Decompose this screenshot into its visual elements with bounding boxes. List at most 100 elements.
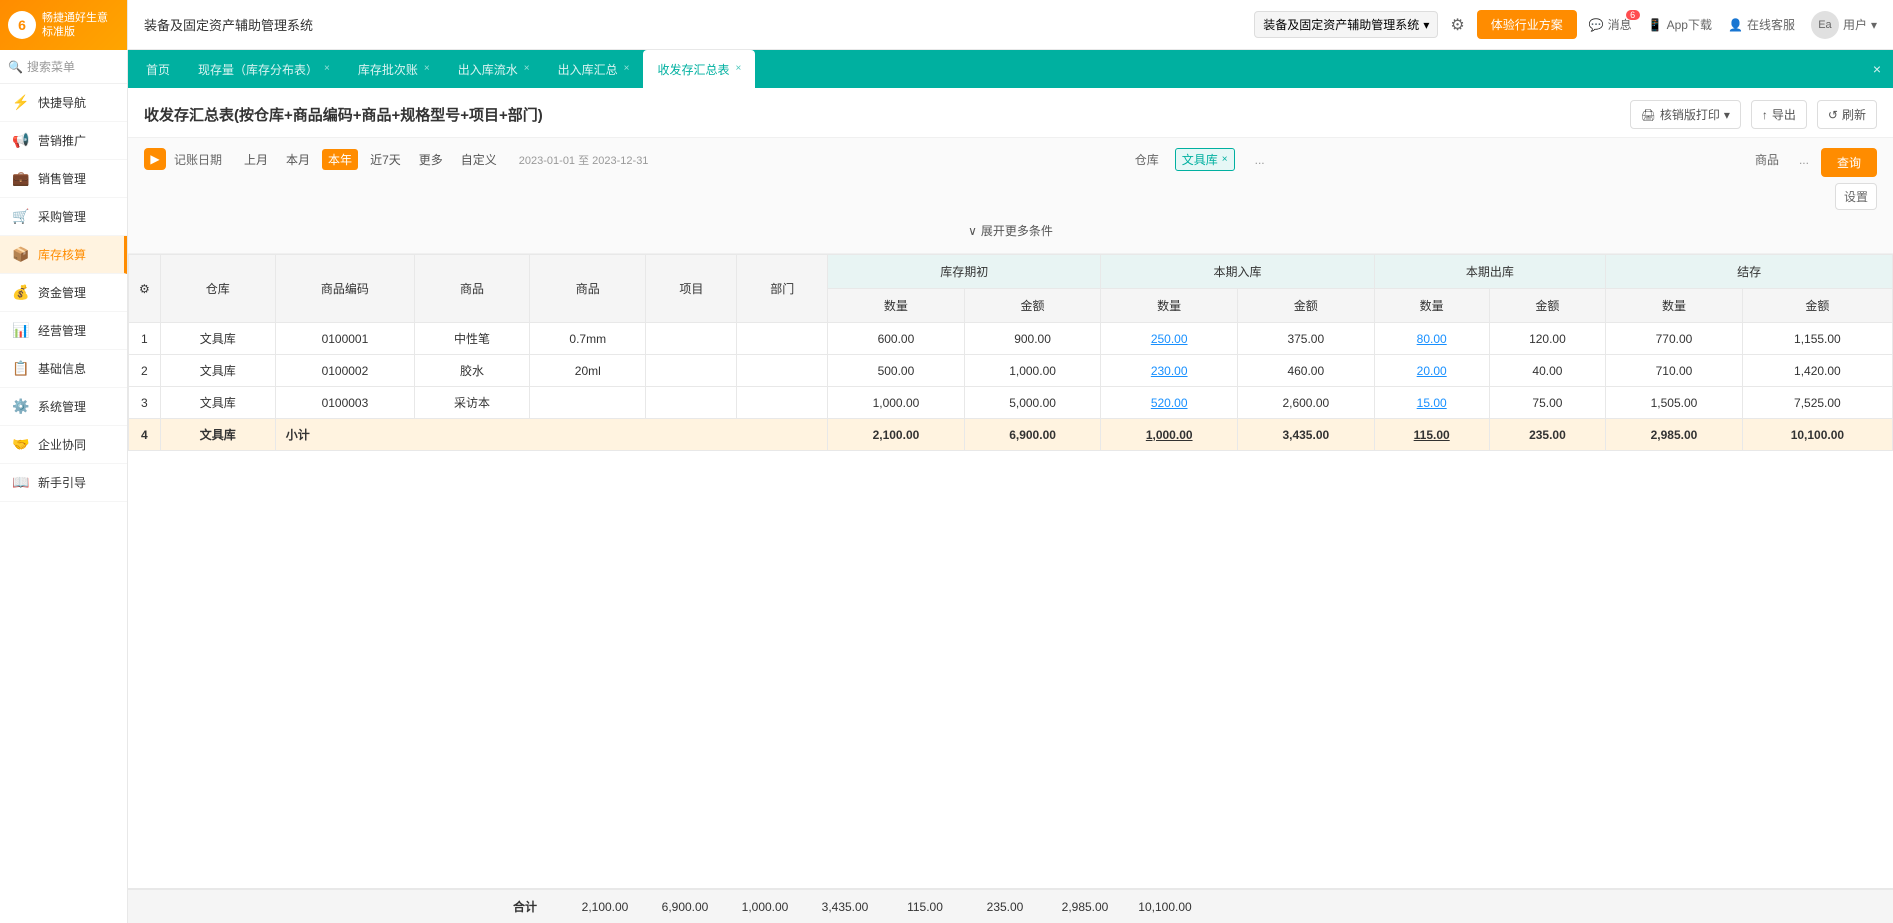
try-button[interactable]: 体验行业方案 (1477, 10, 1577, 39)
col-settings-header[interactable]: ⚙ (129, 255, 161, 323)
sidebar-item-basic-info[interactable]: 📋 基础信息 (0, 350, 127, 388)
cell-no: 1 (129, 323, 161, 355)
sidebar-item-inventory[interactable]: 📦 库存核算 (0, 236, 127, 274)
date-btn-7days[interactable]: 近7天 (364, 149, 407, 170)
settings-button[interactable]: 设置 (1835, 183, 1877, 210)
tab-close-inout-summary[interactable]: × (624, 64, 630, 74)
tab-batch[interactable]: 库存批次账 × (344, 50, 444, 88)
col-bal-qty-header: 数量 (1606, 289, 1743, 323)
col-group-out: 本期出库 (1374, 255, 1606, 289)
col-bal-amt-header: 金额 (1742, 289, 1892, 323)
filter-collapse-button[interactable]: ▶ (144, 148, 166, 170)
inventory-icon: 📦 (12, 246, 30, 263)
tab-inout-flow[interactable]: 出入库流水 × (444, 50, 544, 88)
warehouse-label: 仓库 (1135, 151, 1159, 168)
cell-goods2: 0.7mm (530, 323, 646, 355)
subtotal-out-qty[interactable]: 115.00 (1374, 419, 1489, 451)
cell-open-qty: 500.00 (828, 355, 965, 387)
cell-code: 0100001 (275, 323, 414, 355)
date-btn-custom[interactable]: 自定义 (455, 149, 503, 170)
subtotal-bal-amt: 10,100.00 (1742, 419, 1892, 451)
content-area: 收发存汇总表(按仓库+商品编码+商品+规格型号+项目+部门) 🖨 核销版打印 ▾… (128, 88, 1893, 923)
col-goods1-header: 商品 (415, 255, 530, 323)
cell-in-qty[interactable]: 250.00 (1101, 323, 1238, 355)
page-header-actions: 🖨 核销版打印 ▾ ↑ 导出 ↺ 刷新 (1630, 100, 1877, 129)
subtotal-no: 4 (129, 419, 161, 451)
system-select[interactable]: 装备及固定资产辅助管理系统 ▾ (1254, 11, 1438, 38)
subtotal-in-qty[interactable]: 1,000.00 (1101, 419, 1238, 451)
sidebar-item-system[interactable]: ⚙️ 系统管理 (0, 388, 127, 426)
logo-text: 畅捷通好生意 标准版 (42, 11, 108, 40)
goods-label: 商品 (1755, 151, 1779, 168)
cell-out-qty[interactable]: 80.00 (1374, 323, 1489, 355)
sidebar-item-marketing[interactable]: 📢 营销推广 (0, 122, 127, 160)
user-menu[interactable]: Ea 用户 ▾ (1811, 11, 1877, 39)
date-btn-this-year[interactable]: 本年 (322, 149, 358, 170)
tab-close-batch[interactable]: × (424, 64, 430, 74)
sidebar-item-quick-nav[interactable]: ⚡ 快捷导航 (0, 84, 127, 122)
user-chevron-icon: ▾ (1871, 18, 1877, 32)
notification-button[interactable]: 💬 消息 6 (1589, 16, 1632, 33)
cell-out-qty[interactable]: 20.00 (1374, 355, 1489, 387)
cell-open-amt: 1,000.00 (964, 355, 1101, 387)
subtotal-warehouse: 文具库 (160, 419, 275, 451)
operation-icon: 📊 (12, 322, 30, 339)
goods-ellipsis[interactable]: ... (1795, 153, 1813, 167)
date-btn-more[interactable]: 更多 (413, 149, 449, 170)
cell-out-qty[interactable]: 15.00 (1374, 387, 1489, 419)
expand-more-button[interactable]: ∨ 展开更多条件 (144, 218, 1877, 243)
cell-in-amt: 2,600.00 (1238, 387, 1375, 419)
col-out-amt-header: 金额 (1489, 289, 1605, 323)
tab-stock-dist[interactable]: 现存量（库存分布表） × (184, 50, 344, 88)
tab-inout-summary[interactable]: 出入库汇总 × (544, 50, 644, 88)
basic-info-icon: 📋 (12, 360, 30, 377)
sidebar: 6 畅捷通好生意 标准版 🔍 搜索菜单 ⚡ 快捷导航 📢 营销推广 💼 销售管理… (0, 0, 128, 923)
footer-bal-amt: 10,100.00 (1125, 900, 1205, 914)
tab-close-inout-flow[interactable]: × (524, 64, 530, 74)
guide-icon: 📖 (12, 474, 30, 491)
table-row: 3 文具库 0100003 采访本 1,000.00 5,000.00 520.… (129, 387, 1893, 419)
footer-out-amt: 235.00 (965, 900, 1045, 914)
tab-close-recv-send[interactable]: × (735, 64, 741, 74)
cell-code: 0100003 (275, 387, 414, 419)
col-in-qty-header: 数量 (1101, 289, 1238, 323)
cell-warehouse: 文具库 (160, 323, 275, 355)
logo: 6 畅捷通好生意 标准版 (0, 0, 127, 50)
search-menu-item[interactable]: 🔍 搜索菜单 (0, 50, 127, 84)
date-btn-last-month[interactable]: 上月 (238, 149, 274, 170)
col-group-in: 本期入库 (1101, 255, 1374, 289)
sidebar-item-operation[interactable]: 📊 经营管理 (0, 312, 127, 350)
cell-in-qty[interactable]: 520.00 (1101, 387, 1238, 419)
sidebar-item-purchase[interactable]: 🛒 采购管理 (0, 198, 127, 236)
tab-bar-close-button[interactable]: × (1865, 57, 1889, 81)
quick-nav-icon: ⚡ (12, 94, 30, 111)
query-button[interactable]: 查询 (1821, 148, 1877, 177)
sidebar-item-sales[interactable]: 💼 销售管理 (0, 160, 127, 198)
date-range: 2023-01-01 至 2023-12-31 (519, 152, 649, 168)
print-button[interactable]: 🖨 核销版打印 ▾ (1630, 100, 1741, 129)
export-button[interactable]: ↑ 导出 (1751, 100, 1807, 129)
cell-open-qty: 600.00 (828, 323, 965, 355)
table-row: 2 文具库 0100002 胶水 20ml 500.00 1,000.00 23… (129, 355, 1893, 387)
online-service-button[interactable]: 👤 在线客服 (1728, 16, 1795, 33)
cell-bal-amt: 1,155.00 (1742, 323, 1892, 355)
sidebar-item-finance[interactable]: 💰 资金管理 (0, 274, 127, 312)
cell-in-qty[interactable]: 230.00 (1101, 355, 1238, 387)
col-goods2-header: 商品 (530, 255, 646, 323)
cell-code: 0100002 (275, 355, 414, 387)
tab-close-stock-dist[interactable]: × (324, 64, 330, 74)
purchase-icon: 🛒 (12, 208, 30, 225)
cell-open-amt: 5,000.00 (964, 387, 1101, 419)
export-icon: ↑ (1762, 108, 1768, 122)
sidebar-item-enterprise[interactable]: 🤝 企业协同 (0, 426, 127, 464)
refresh-button[interactable]: ↺ 刷新 (1817, 100, 1877, 129)
tab-recv-send[interactable]: 收发存汇总表 × (643, 50, 755, 88)
warehouse-tag-close[interactable]: × (1222, 154, 1228, 165)
warehouse-ellipsis[interactable]: ... (1251, 153, 1269, 167)
tab-home[interactable]: 首页 (132, 50, 184, 88)
col-group-open: 库存期初 (828, 255, 1101, 289)
settings-icon[interactable]: ⚙ (1450, 15, 1464, 35)
sidebar-item-guide[interactable]: 📖 新手引导 (0, 464, 127, 502)
app-download-button[interactable]: 📱 App下载 (1648, 16, 1712, 33)
date-btn-this-month[interactable]: 本月 (280, 149, 316, 170)
